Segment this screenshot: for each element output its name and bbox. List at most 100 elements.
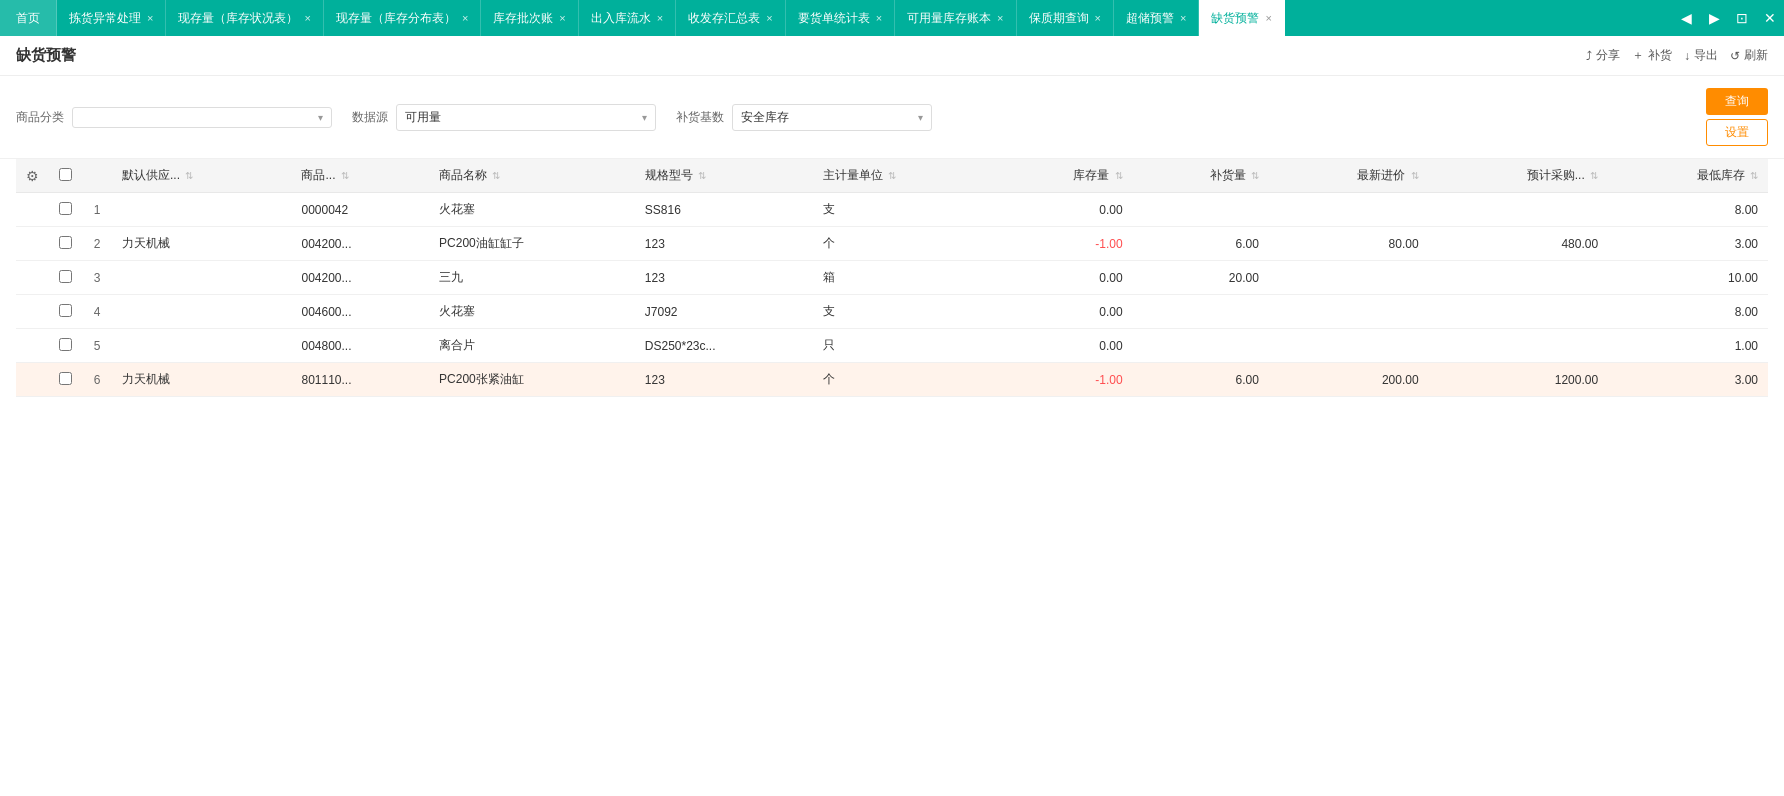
table-header-row: ⚙ 默认供应... ⇅ 商品... ⇅ 商品名称 [16,159,1768,193]
col-min-stock[interactable]: 最低库存 ⇅ [1608,159,1768,193]
header-actions: ⤴ 分享 ＋ 补货 ↓ 导出 ↺ 刷新 [1586,47,1768,64]
close-tab-stock-status[interactable]: × [304,12,310,24]
sort-code-icon: ⇅ [341,170,349,181]
row-checkbox-0[interactable] [59,202,72,215]
close-tab-available-ledger[interactable]: × [997,12,1003,24]
row-checkbox-cell[interactable] [49,295,82,329]
row-checkbox-cell[interactable] [49,261,82,295]
row-checkbox-cell[interactable] [49,363,82,397]
select-all-checkbox[interactable] [59,168,72,181]
row-checkbox-5[interactable] [59,372,72,385]
row-unit-cell: 支 [813,295,996,329]
close-tab-batch[interactable]: × [559,12,565,24]
close-tab-summary[interactable]: × [766,12,772,24]
row-checkbox-cell[interactable] [49,193,82,227]
row-checkbox-4[interactable] [59,338,72,351]
category-filter-group: 商品分类 ▾ [16,107,332,128]
close-tab-shortage[interactable]: × [1265,12,1271,24]
row-unit-cell: 支 [813,193,996,227]
close-tab-exception[interactable]: × [147,12,153,24]
replenish-base-chevron-icon: ▾ [918,112,923,123]
tab-stock-dist[interactable]: 现存量（库存分布表） × [324,0,481,36]
datasource-select[interactable]: 可用量 ▾ [396,104,656,131]
row-stock-cell: 0.00 [996,193,1132,227]
replenish-base-select-value: 安全库存 [741,109,789,126]
tab-exception[interactable]: 拣货异常处理 × [57,0,166,36]
row-supplier-cell [112,295,291,329]
row-min-stock-cell: 1.00 [1608,329,1768,363]
col-checkbox[interactable] [49,159,82,193]
row-min-stock-cell: 8.00 [1608,295,1768,329]
replenish-base-filter-group: 补货基数 安全库存 ▾ [676,104,932,131]
sort-latest-price-icon: ⇅ [1411,170,1419,181]
page-header: 缺货预警 ⤴ 分享 ＋ 补货 ↓ 导出 ↺ 刷新 [0,36,1784,76]
close-tab-purchase-stat[interactable]: × [876,12,882,24]
col-replenish[interactable]: 补货量 ⇅ [1133,159,1269,193]
col-latest-price[interactable]: 最新进价 ⇅ [1269,159,1429,193]
row-latest-price-cell [1269,295,1429,329]
export-button[interactable]: ↓ 导出 [1684,47,1718,64]
tab-home[interactable]: 首页 [0,0,57,36]
tab-expiry[interactable]: 保质期查询 × [1017,0,1114,36]
settings-gear-icon[interactable]: ⚙ [26,168,39,184]
refresh-button[interactable]: ↺ 刷新 [1730,47,1768,64]
sort-unit-icon: ⇅ [888,170,896,181]
row-checkbox-2[interactable] [59,270,72,283]
row-spec-cell: 123 [635,261,813,295]
row-supplier-cell: 力天机械 [112,363,291,397]
col-stock[interactable]: 库存量 ⇅ [996,159,1132,193]
close-tab-stock-dist[interactable]: × [462,12,468,24]
tab-batch[interactable]: 库存批次账 × [481,0,578,36]
col-unit[interactable]: 主计量单位 ⇅ [813,159,996,193]
query-button[interactable]: 查询 [1706,88,1768,115]
tab-inout[interactable]: 出入库流水 × [579,0,676,36]
next-tab-button[interactable]: ▶ [1700,4,1728,32]
settings-button[interactable]: 设置 [1706,119,1768,146]
sort-stock-icon: ⇅ [1115,170,1123,181]
close-tab-overstock[interactable]: × [1180,12,1186,24]
col-code[interactable]: 商品... ⇅ [291,159,429,193]
replenish-base-select[interactable]: 安全库存 ▾ [732,104,932,131]
row-checkbox-3[interactable] [59,304,72,317]
col-name[interactable]: 商品名称 ⇅ [429,159,635,193]
close-tab-expiry[interactable]: × [1095,12,1101,24]
page-content: 缺货预警 ⤴ 分享 ＋ 补货 ↓ 导出 ↺ 刷新 商品分类 [0,36,1784,796]
row-name-cell: 火花塞 [429,295,635,329]
row-replenish-cell [1133,329,1269,363]
row-replenish-cell: 6.00 [1133,227,1269,261]
tab-stock-status[interactable]: 现存量（库存状况表） × [166,0,323,36]
row-spec-cell: 123 [635,363,813,397]
sort-name-icon: ⇅ [492,170,500,181]
share-button[interactable]: ⤴ 分享 [1586,47,1620,64]
row-spec-cell: DS250*23c... [635,329,813,363]
refresh-icon: ↺ [1730,49,1740,63]
replenish-button[interactable]: ＋ 补货 [1632,47,1672,64]
nav-controls: ◀ ▶ ⊡ ✕ [1672,4,1784,32]
col-est-purchase[interactable]: 预计采购... ⇅ [1429,159,1608,193]
row-est-purchase-cell [1429,295,1608,329]
col-gear[interactable]: ⚙ [16,159,49,193]
row-est-purchase-cell [1429,261,1608,295]
tab-available-ledger[interactable]: 可用量库存账本 × [895,0,1016,36]
row-checkbox-cell[interactable] [49,227,82,261]
restore-window-button[interactable]: ⊡ [1728,4,1756,32]
row-checkbox-1[interactable] [59,236,72,249]
sort-supplier-icon: ⇅ [185,170,193,181]
prev-tab-button[interactable]: ◀ [1672,4,1700,32]
tab-summary[interactable]: 收发存汇总表 × [676,0,785,36]
row-code-cell: 004800... [291,329,429,363]
close-window-button[interactable]: ✕ [1756,4,1784,32]
col-spec[interactable]: 规格型号 ⇅ [635,159,813,193]
col-supplier[interactable]: 默认供应... ⇅ [112,159,291,193]
sort-est-purchase-icon: ⇅ [1590,170,1598,181]
replenish-icon: ＋ [1632,47,1644,64]
category-select[interactable]: ▾ [72,107,332,128]
tab-shortage[interactable]: 缺货预警 × [1199,0,1284,36]
row-latest-price-cell: 200.00 [1269,363,1429,397]
close-tab-inout[interactable]: × [657,12,663,24]
tab-purchase-stat[interactable]: 要货单统计表 × [786,0,895,36]
row-stock-cell: 0.00 [996,261,1132,295]
row-checkbox-cell[interactable] [49,329,82,363]
tab-overstock[interactable]: 超储预警 × [1114,0,1199,36]
row-supplier-cell [112,261,291,295]
